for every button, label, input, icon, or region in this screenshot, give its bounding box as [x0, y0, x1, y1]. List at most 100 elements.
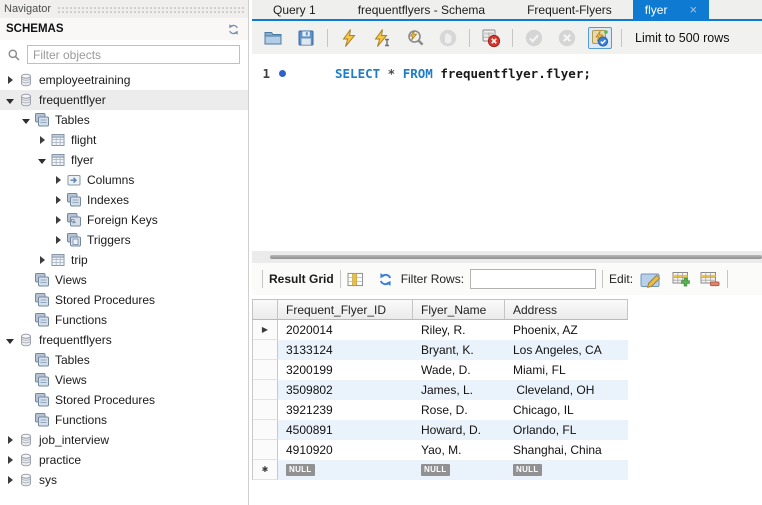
row-gutter[interactable]	[252, 340, 278, 360]
grid-cell[interactable]: 3200199	[278, 360, 413, 380]
grid-cell[interactable]: Phoenix, AZ	[505, 320, 628, 340]
tree-item-trip[interactable]: trip	[0, 250, 248, 270]
grid-cell[interactable]: James, L.	[413, 380, 505, 400]
grid-cell[interactable]: Orlando, FL	[505, 420, 628, 440]
row-gutter[interactable]	[252, 380, 278, 400]
explain-button[interactable]	[403, 27, 427, 49]
column-header-address[interactable]: Address	[505, 299, 628, 320]
limit-rows-dropdown[interactable]: Limit to 500 rows	[635, 31, 729, 45]
filter-objects-input[interactable]	[27, 45, 240, 64]
tab-frequent-flyers[interactable]: Frequent-Flyers	[506, 0, 633, 19]
row-gutter[interactable]: ✱	[252, 460, 278, 480]
collapse-arrow-icon[interactable]	[4, 94, 16, 106]
row-gutter[interactable]	[252, 360, 278, 380]
grid-cell[interactable]: Rose, D.	[413, 400, 505, 420]
tree-item-stored-procedures[interactable]: Stored Procedures	[0, 290, 248, 310]
column-header-flyer-name[interactable]: Flyer_Name	[413, 299, 505, 320]
refresh-grid-icon[interactable]	[377, 271, 395, 287]
tree-item-practice[interactable]: practice	[0, 450, 248, 470]
collapse-arrow-icon[interactable]	[36, 154, 48, 166]
expand-arrow-icon[interactable]	[52, 234, 64, 246]
edit-pencil-icon[interactable]	[639, 271, 665, 288]
grid-cell[interactable]: Howard, D.	[413, 420, 505, 440]
collapse-arrow-icon[interactable]	[4, 334, 16, 346]
tree-item-views[interactable]: Views	[0, 270, 248, 290]
expand-arrow-icon[interactable]	[36, 134, 48, 146]
commit-button[interactable]	[522, 27, 546, 49]
expand-arrow-icon[interactable]	[36, 254, 48, 266]
grid-cell[interactable]: 4910920	[278, 440, 413, 460]
grid-cell[interactable]: Shanghai, China	[505, 440, 628, 460]
expand-arrow-icon[interactable]	[4, 454, 16, 466]
tree-item-stored-procedures[interactable]: Stored Procedures	[0, 390, 248, 410]
tree-item-columns[interactable]: Columns	[0, 170, 248, 190]
grid-cell[interactable]: Miami, FL	[505, 360, 628, 380]
editor-results-splitter[interactable]	[252, 251, 762, 263]
collapse-arrow-icon[interactable]	[20, 114, 32, 126]
expand-arrow-icon[interactable]	[52, 194, 64, 206]
row-gutter[interactable]	[252, 400, 278, 420]
execute-current-button[interactable]	[370, 27, 394, 49]
grid-cell[interactable]: Riley, R.	[413, 320, 505, 340]
grid-cell[interactable]: Wade, D.	[413, 360, 505, 380]
expand-arrow-icon[interactable]	[4, 434, 16, 446]
add-row-icon[interactable]	[671, 271, 693, 287]
save-button[interactable]	[294, 27, 318, 49]
tree-item-functions[interactable]: Functions	[0, 310, 248, 330]
expand-arrow-icon[interactable]	[4, 474, 16, 486]
tree-item-flight[interactable]: flight	[0, 130, 248, 150]
grid-cell[interactable]: Cleveland, OH	[505, 380, 628, 400]
grid-cell[interactable]: NULL	[413, 460, 505, 480]
tree-item-views[interactable]: Views	[0, 370, 248, 390]
grid-corner-cell[interactable]	[252, 299, 278, 320]
rollback-button[interactable]	[555, 27, 579, 49]
arrow-glyph	[7, 76, 13, 84]
tree-item-frequentflyer[interactable]: frequentflyer	[0, 90, 248, 110]
tree-item-tables[interactable]: Tables	[0, 350, 248, 370]
tree-item-triggers[interactable]: Triggers	[0, 230, 248, 250]
tree-item-flyer[interactable]: flyer	[0, 150, 248, 170]
grid-cell[interactable]: 3921239	[278, 400, 413, 420]
toggle-stop-on-error-button[interactable]	[479, 27, 503, 49]
open-file-button[interactable]	[261, 27, 285, 49]
stop-button[interactable]	[436, 27, 460, 49]
column-header-frequent-flyer-id[interactable]: Frequent_Flyer_ID	[278, 299, 413, 320]
refresh-schemas-icon[interactable]	[224, 21, 242, 37]
grid-cell[interactable]: NULL	[278, 460, 413, 480]
grid-cell[interactable]: 3133124	[278, 340, 413, 360]
delete-row-icon[interactable]	[699, 271, 721, 287]
tree-item-indexes[interactable]: Indexes	[0, 190, 248, 210]
execute-button[interactable]	[337, 27, 361, 49]
grid-cell[interactable]: Bryant, K.	[413, 340, 505, 360]
grid-cell[interactable]: NULL	[505, 460, 628, 480]
tree-item-employeetraining[interactable]: employeetraining	[0, 70, 248, 90]
tab-flyer[interactable]: flyer ×	[632, 0, 710, 19]
grid-cell[interactable]: Los Angeles, CA	[505, 340, 628, 360]
toggle-columns-icon[interactable]	[347, 271, 365, 287]
expand-arrow-icon[interactable]	[52, 214, 64, 226]
limit-toggle-button[interactable]	[588, 26, 612, 49]
grid-cell[interactable]: Chicago, IL	[505, 400, 628, 420]
tree-item-job-interview[interactable]: job_interview	[0, 430, 248, 450]
tree-item-sys[interactable]: sys	[0, 470, 248, 490]
splitter-handle[interactable]	[270, 255, 762, 259]
expand-arrow-icon[interactable]	[4, 74, 16, 86]
filter-rows-input[interactable]	[470, 269, 597, 289]
grid-cell[interactable]: Yao, M.	[413, 440, 505, 460]
row-gutter[interactable]	[252, 440, 278, 460]
tab-frequentflyers-schema[interactable]: frequentflyers - Schema	[337, 0, 506, 19]
sql-editor[interactable]: 1 SELECT * FROM frequentflyer.flyer;	[252, 54, 762, 251]
sql-text: SELECT * FROM frequentflyer.flyer;	[335, 66, 591, 81]
grid-cell[interactable]: 3509802	[278, 380, 413, 400]
expand-arrow-icon[interactable]	[52, 174, 64, 186]
row-gutter[interactable]: ▶	[252, 320, 278, 340]
row-gutter[interactable]	[252, 420, 278, 440]
close-icon[interactable]: ×	[689, 3, 697, 16]
tree-item-frequentflyers[interactable]: frequentflyers	[0, 330, 248, 350]
tree-item-foreign-keys[interactable]: Foreign Keys	[0, 210, 248, 230]
tree-item-tables[interactable]: Tables	[0, 110, 248, 130]
grid-cell[interactable]: 4500891	[278, 420, 413, 440]
tab-query-1[interactable]: Query 1	[252, 0, 337, 19]
grid-cell[interactable]: 2020014	[278, 320, 413, 340]
tree-item-functions[interactable]: Functions	[0, 410, 248, 430]
